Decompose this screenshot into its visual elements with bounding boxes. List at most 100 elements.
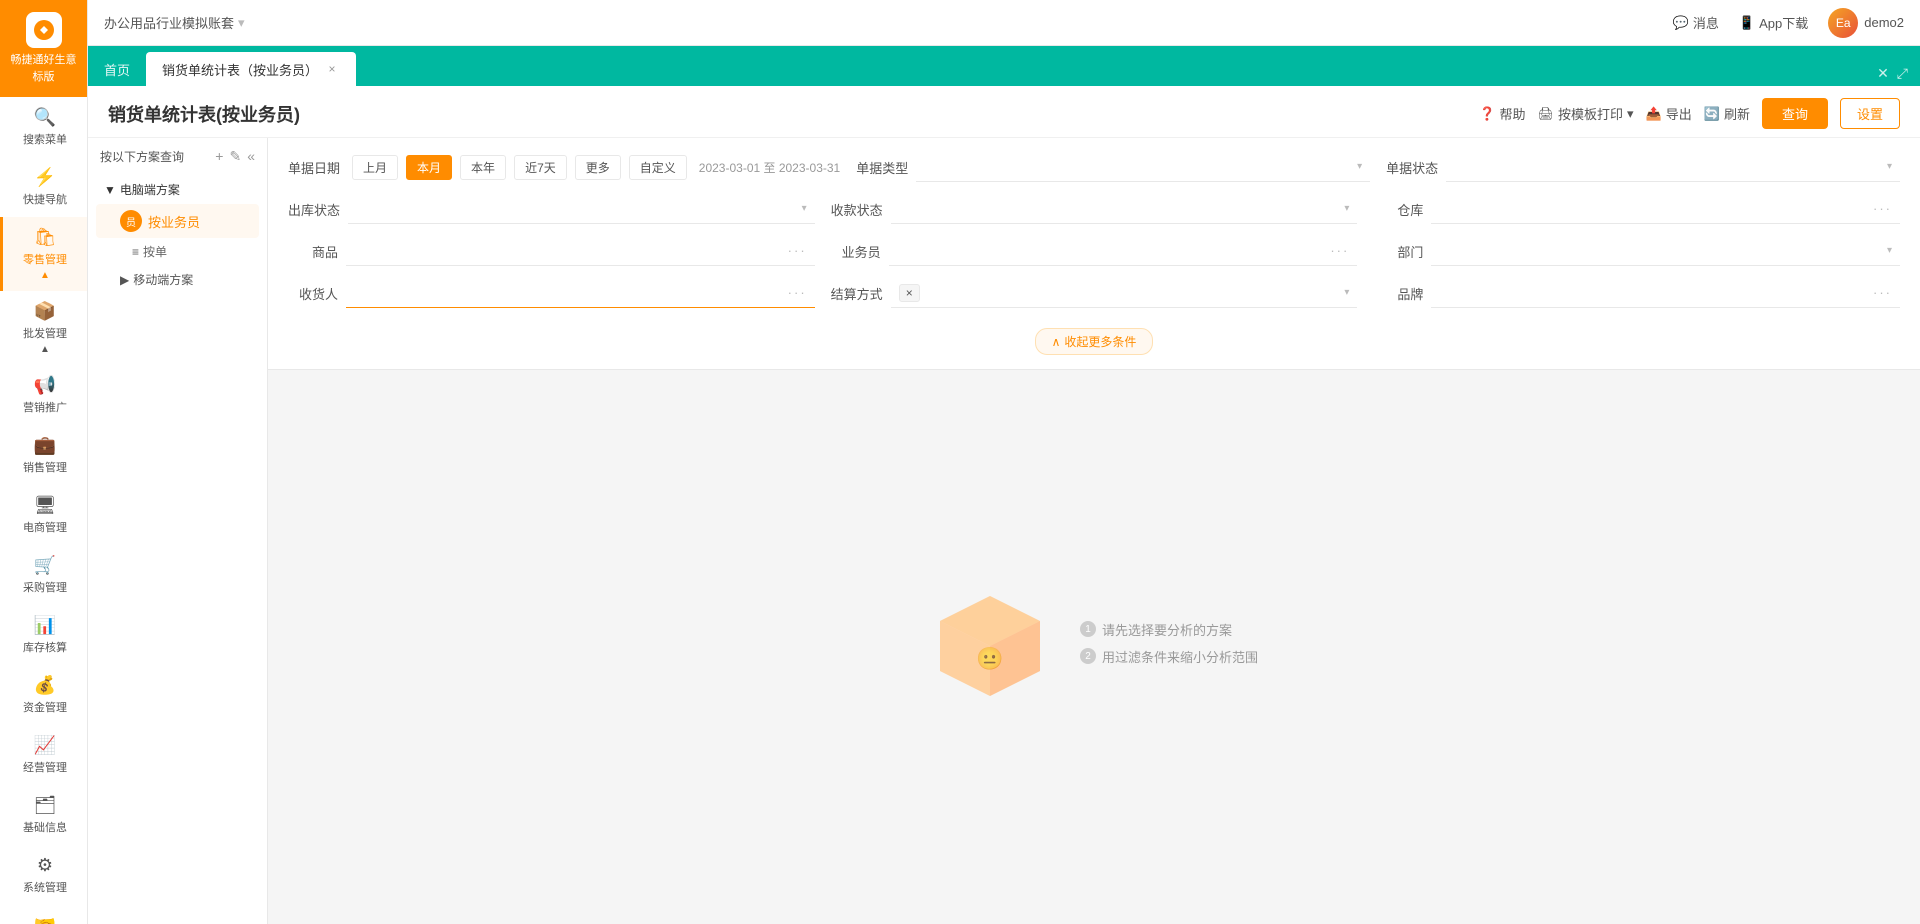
department-control[interactable]: ▾ [1431, 236, 1900, 266]
user-area[interactable]: Ea demo2 [1828, 8, 1904, 38]
app-download-btn[interactable]: 📱 App下载 [1739, 13, 1808, 32]
tabbar: 首页 销货单统计表（按业务员） × ✕ ⤢ [88, 46, 1920, 86]
date-btn-current-year[interactable]: 本年 [460, 155, 506, 180]
filter-field-brand: 品牌 ··· [1373, 278, 1900, 308]
avatar[interactable]: Ea [1828, 8, 1858, 38]
help-btn[interactable]: ❓ 帮助 [1479, 104, 1525, 123]
system-icon: ⚙ [37, 855, 53, 876]
finance-icon: 💰 [34, 675, 56, 696]
print-btn[interactable]: 🖨 按模板打印 ▾ [1538, 104, 1634, 123]
left-panel: 按以下方案查询 + ✎ « ▼ 电脑端方案 员 按业务员 [88, 138, 268, 924]
sidebar-item-purchase[interactable]: 🛒 采购管理 [0, 545, 88, 605]
sidebar-item-inventory[interactable]: 📊 库存核算 [0, 605, 88, 665]
sidebar-item-finance-label: 资金管理 [23, 699, 67, 715]
sidebar-item-marketing[interactable]: 📢 营销推广 [0, 365, 88, 425]
filter-field-salesperson: 业务员 ··· [831, 236, 1358, 266]
receive-status-control[interactable]: ▾ [891, 194, 1358, 224]
salesperson-control[interactable]: ··· [889, 236, 1358, 266]
scheme-group-desktop-header[interactable]: ▼ 电脑端方案 [96, 175, 259, 204]
date-label: 单据日期 [288, 158, 340, 177]
goods-control[interactable]: ··· [346, 236, 815, 266]
tab-home-label: 首页 [104, 60, 130, 79]
retail-icon: 🛍 [34, 227, 57, 248]
message-icon: 💬 [1673, 15, 1689, 31]
doc-type-control[interactable]: ▾ [916, 152, 1370, 182]
date-range-text: 2023-03-01 至 2023-03-31 [699, 159, 840, 176]
app-logo: 畅捷通好生意 标版 [0, 0, 88, 97]
empty-text: 1 请先选择要分析的方案 2 用过滤条件来缩小分析范围 [1080, 620, 1258, 674]
mobile-group-label: 移动端方案 [133, 271, 193, 288]
refresh-btn[interactable]: 🔄 刷新 [1704, 104, 1750, 123]
settlement-value: × [899, 284, 920, 302]
doc-status-control[interactable]: ▾ [1446, 152, 1900, 182]
sidebar-item-marketing-label: 营销推广 [23, 399, 67, 415]
sidebar-item-retail[interactable]: 🛍 零售管理 ▲ [0, 217, 88, 291]
filter-area: 单据日期 上月 本月 本年 近7天 更多 自定义 2023-03-01 至 20… [268, 138, 1920, 370]
collapse-panel-btn[interactable]: « [247, 148, 255, 165]
sidebar-item-operations[interactable]: 📈 经营管理 [0, 725, 88, 785]
sidebar-item-wholesale[interactable]: 📦 批发管理 ▲ [0, 291, 88, 365]
date-btn-last-month[interactable]: 上月 [352, 155, 398, 180]
sidebar-item-quicknav[interactable]: ⚡ 快捷导航 [0, 157, 88, 217]
consignee-dots: ··· [788, 285, 807, 300]
goods-label: 商品 [288, 242, 338, 261]
page-title: 销货单统计表(按业务员) [108, 101, 300, 127]
export-label: 导出 [1666, 104, 1692, 123]
page-actions: ❓ 帮助 🖨 按模板打印 ▾ 📤 导出 🔄 刷新 查询 设置 [1479, 98, 1900, 129]
out-status-control[interactable]: ▾ [348, 194, 815, 224]
settlement-badge-x[interactable]: × [906, 286, 913, 300]
sidebar-item-retail-label: 零售管理 [23, 251, 67, 267]
tab-close-btn[interactable]: × [324, 61, 340, 77]
sidebar-item-basic[interactable]: 🗂 基础信息 [0, 785, 88, 845]
export-btn[interactable]: 📤 导出 [1646, 104, 1692, 123]
sidebar-item-system[interactable]: ⚙ 系统管理 [0, 845, 88, 905]
tab-home[interactable]: 首页 [88, 52, 146, 86]
query-button[interactable]: 查询 [1762, 98, 1828, 129]
brand-control[interactable]: ··· [1431, 278, 1900, 308]
date-btn-current-month[interactable]: 本月 [406, 155, 452, 180]
collapse-conditions-btn[interactable]: ∧ 收起更多条件 [1035, 328, 1154, 355]
desktop-group-label: 电脑端方案 [120, 181, 180, 198]
sidebar-item-wholesale-label: 批发管理 [23, 325, 67, 341]
filter-field-doc-type: 单据类型 ▾ [856, 152, 1370, 182]
inventory-icon: 📊 [34, 615, 56, 636]
sidebar-item-ecommerce[interactable]: 🖥 电商管理 [0, 485, 88, 545]
department-arrow: ▾ [1887, 245, 1892, 256]
main-area: 办公用品行业模拟账套 ▾ 💬 消息 📱 App下载 Ea demo2 首页 [88, 0, 1920, 924]
sidebar-item-search[interactable]: 🔍 搜索菜单 [0, 97, 88, 157]
tab-report[interactable]: 销货单统计表（按业务员） × [146, 52, 356, 86]
settlement-control[interactable]: × ▾ [891, 278, 1358, 308]
print-arrow-icon: ▾ [1627, 106, 1634, 122]
filter-row-date: 单据日期 上月 本月 本年 近7天 更多 自定义 2023-03-01 至 20… [288, 152, 1900, 182]
settings-button[interactable]: 设置 [1840, 98, 1900, 129]
out-status-arrow: ▾ [802, 203, 807, 214]
filter-field-receive-status: 收款状态 ▾ [831, 194, 1358, 224]
scheme-group-mobile-header[interactable]: ▶ 移动端方案 [96, 265, 259, 294]
tab-close-all-icon[interactable]: ✕ [1877, 65, 1889, 82]
scheme-item-by-salesperson[interactable]: 员 按业务员 [96, 204, 259, 238]
add-scheme-btn[interactable]: + [215, 148, 223, 165]
warehouse-control[interactable]: ··· [1431, 194, 1900, 224]
sidebar-item-operations-label: 经营管理 [23, 759, 67, 775]
filter-field-department: 部门 ▾ [1373, 236, 1900, 266]
tab-expand-icon[interactable]: ⤢ [1897, 65, 1908, 82]
collapse-chevron-icon: ∧ [1052, 335, 1061, 349]
date-btn-more[interactable]: 更多 [575, 155, 621, 180]
edit-scheme-btn[interactable]: ✎ [229, 148, 241, 165]
message-btn[interactable]: 💬 消息 [1673, 13, 1719, 32]
breadcrumb-separator: ▾ [238, 15, 245, 31]
sidebar-item-finance[interactable]: 💰 资金管理 [0, 665, 88, 725]
quicknav-icon: ⚡ [34, 167, 56, 188]
date-btn-last-7[interactable]: 近7天 [514, 155, 567, 180]
date-btn-custom[interactable]: 自定义 [629, 155, 687, 180]
filter-field-warehouse: 仓库 ··· [1373, 194, 1900, 224]
sidebar-item-sales[interactable]: 💼 销售管理 [0, 425, 88, 485]
receive-status-arrow: ▾ [1344, 203, 1349, 214]
scheme-by-salesperson-label: 按业务员 [148, 212, 200, 231]
sidebar-item-cooperation[interactable]: 🤝 企业协同 [0, 905, 88, 924]
sidebar-item-sales-label: 销售管理 [23, 459, 67, 475]
consignee-control[interactable]: ··· [346, 278, 815, 308]
user-name: demo2 [1864, 15, 1904, 30]
salesperson-label: 业务员 [831, 242, 881, 261]
scheme-subitem-by-order[interactable]: ≡ 按单 [96, 238, 259, 265]
